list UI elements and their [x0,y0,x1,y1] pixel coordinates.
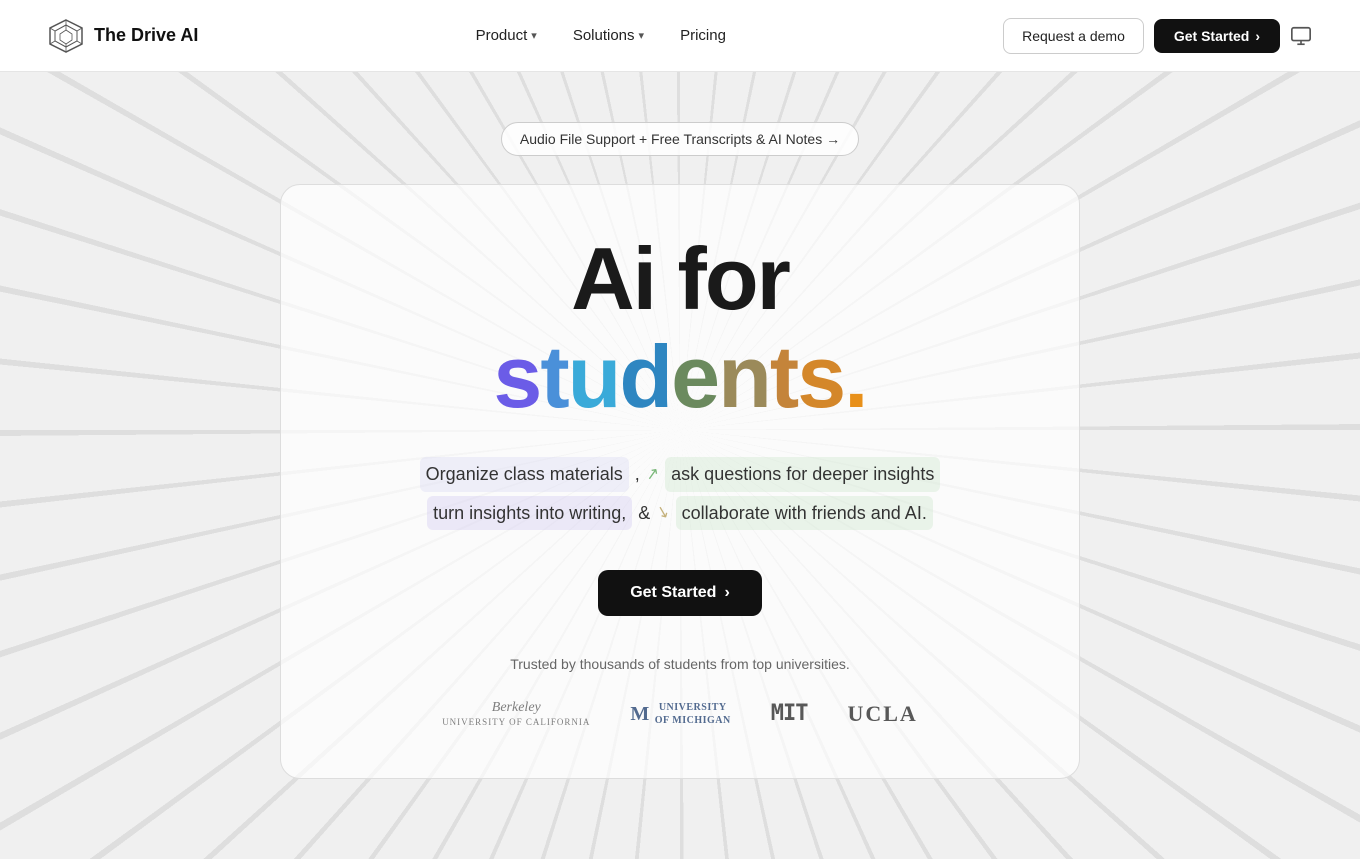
arrow-deco-1: ↗ [644,460,662,489]
letter-n1: n [718,333,770,421]
subtitle-highlight-4: collaborate with friends and AI. [676,496,933,531]
hero-title-top: Ai for [571,235,789,323]
letter-t2: t [770,333,797,421]
hero-subtitle: Organize class materials , ↗ ask questio… [420,457,941,534]
navbar: The Drive AI Product ▾ Solutions ▾ Prici… [0,0,1360,72]
letter-u1: u [568,333,620,421]
logo-icon [48,18,84,54]
nav-solutions[interactable]: Solutions ▾ [559,19,658,52]
mit-logo: MIT [771,701,808,727]
nav-product[interactable]: Product ▾ [462,19,551,52]
subtitle-amp: & [638,498,650,529]
nav-right: Request a demo Get Started › [1003,18,1312,54]
letter-t1: t [540,333,567,421]
main-content: Audio File Support + Free Transcripts & … [0,72,1360,779]
screen-icon[interactable] [1290,25,1312,47]
hero-card: Ai for s t u d e n t s . Organize cl [280,184,1080,779]
letter-s1: s [493,333,540,421]
hero-title-bottom: s t u d e n t s . [493,333,866,421]
subtitle-line-1: Organize class materials , ↗ ask questio… [420,457,941,492]
announcement-banner[interactable]: Audio File Support + Free Transcripts & … [501,122,859,156]
arrow-right-icon: › [724,584,729,602]
letter-dot: . [844,333,866,421]
nav-left: The Drive AI [48,18,198,54]
university-logos: Berkeley University of California M Univ… [442,700,918,728]
letter-d1: d [619,333,671,421]
arrow-deco-2: ↘ [653,498,673,528]
brand-name: The Drive AI [94,25,198,46]
get-started-nav-button[interactable]: Get Started › [1154,19,1280,53]
get-started-hero-button[interactable]: Get Started › [598,570,762,616]
arrow-right-icon: › [1255,28,1260,44]
subtitle-highlight-3: turn insights into writing, [427,496,632,531]
ucla-logo: UCLA [847,701,917,727]
umich-logo: M Universityof Michigan [630,701,730,727]
chevron-down-icon: ▾ [639,29,645,42]
trusted-text: Trusted by thousands of students from to… [510,656,850,672]
subtitle-highlight-1: Organize class materials [420,457,629,492]
request-demo-button[interactable]: Request a demo [1003,18,1144,54]
letter-s2: s [797,333,844,421]
page-wrapper: The Drive AI Product ▾ Solutions ▾ Prici… [0,0,1360,859]
berkeley-logo: Berkeley University of California [442,700,590,728]
nav-center: Product ▾ Solutions ▾ Pricing [462,19,740,52]
subtitle-line-2: turn insights into writing, & ↘ collabor… [420,496,941,531]
subtitle-comma: , [635,459,640,490]
chevron-down-icon: ▾ [531,29,537,42]
letter-e1: e [671,333,718,421]
subtitle-highlight-2: ask questions for deeper insights [665,457,940,492]
nav-pricing[interactable]: Pricing [666,19,740,52]
hero-word-students: s t u d e n t s . [493,333,866,421]
